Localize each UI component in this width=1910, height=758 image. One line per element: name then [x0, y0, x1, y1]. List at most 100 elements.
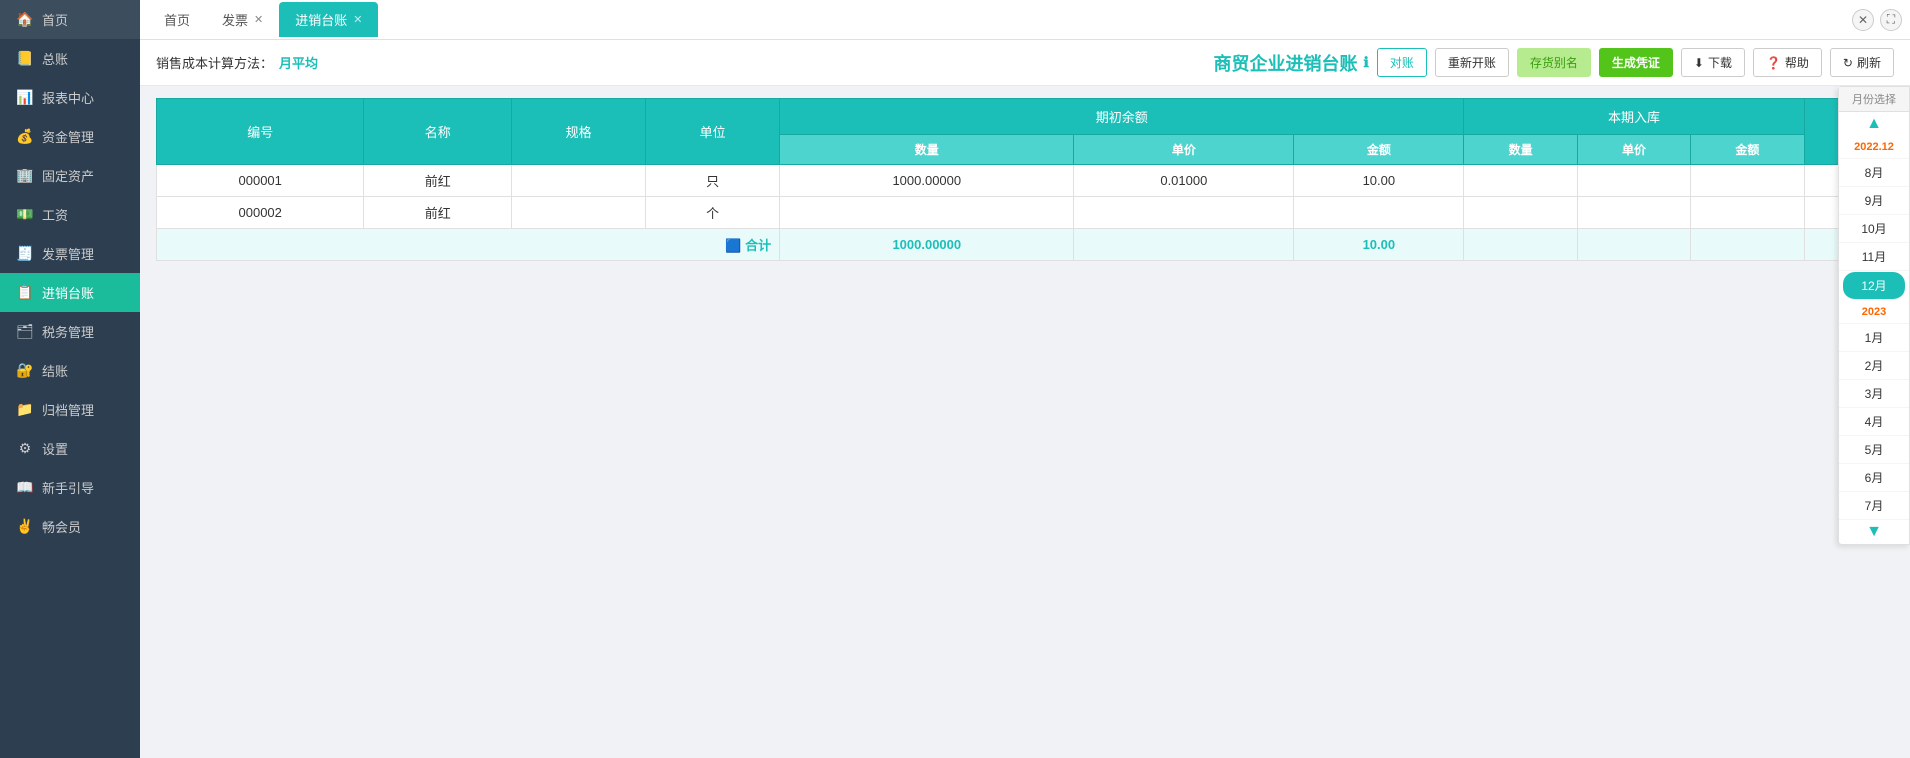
sidebar-item-purchase-sales[interactable]: 📋 进销台账	[0, 273, 140, 312]
reopen-button[interactable]: 重新开账	[1435, 48, 1509, 77]
sidebar-item-home[interactable]: 🏠 首页	[0, 0, 140, 39]
col-header-current-in: 本期入库	[1464, 99, 1804, 135]
sidebar-item-settings[interactable]: ⚙ 设置	[0, 429, 140, 468]
sidebar-item-label: 进销台账	[42, 283, 94, 302]
sub-col-opening-amount: 金额	[1294, 135, 1464, 165]
total-opening-amount: 10.00	[1294, 229, 1464, 261]
sidebar-item-general-ledger[interactable]: 📒 总账	[0, 39, 140, 78]
total-icon: 🟦	[725, 238, 741, 253]
window-maximize-button[interactable]: ⛶	[1880, 9, 1902, 31]
sidebar-item-payroll[interactable]: 💵 工资	[0, 195, 140, 234]
month-item-7[interactable]: 7月	[1839, 492, 1909, 520]
month-item-11[interactable]: 11月	[1839, 243, 1909, 271]
month-item-2[interactable]: 2月	[1839, 352, 1909, 380]
sidebar-item-vip[interactable]: ✌ 畅会员	[0, 507, 140, 546]
total-in-qty	[1464, 229, 1577, 261]
total-opening-qty: 1000.00000	[780, 229, 1074, 261]
sidebar-item-guide[interactable]: 📖 新手引导	[0, 468, 140, 507]
month-nav-down[interactable]: ▼	[1839, 520, 1909, 544]
year-2022-label: 2022.12	[1839, 136, 1909, 159]
sidebar-item-label: 发票管理	[42, 244, 94, 263]
tab-invoice-label: 发票	[222, 10, 248, 29]
total-in-price	[1577, 229, 1690, 261]
cell-in-amount	[1691, 165, 1804, 197]
tab-purchase-sales[interactable]: 进销台账 ✕	[279, 2, 378, 37]
month-nav-up[interactable]: ▲	[1839, 112, 1909, 136]
cost-method-value: 月平均	[279, 53, 318, 72]
tab-purchase-sales-close[interactable]: ✕	[353, 13, 362, 26]
sidebar-item-invoice-mgmt[interactable]: 🧾 发票管理	[0, 234, 140, 273]
sidebar-item-label: 税务管理	[42, 322, 94, 341]
col-header-code: 编号	[157, 99, 364, 165]
table-container: 月份选择 ▲ 2022.128月 9月 10月 11月 12月 2023 1月 …	[140, 86, 1910, 758]
month-item-10[interactable]: 10月	[1839, 215, 1909, 243]
download-button[interactable]: ⬇ 下载	[1681, 48, 1745, 77]
tabs-bar: 首页 发票 ✕ 进销台账 ✕ ✕ ⛶	[140, 0, 1910, 40]
cell-code: 000002	[157, 197, 364, 229]
main-area: 首页 发票 ✕ 进销台账 ✕ ✕ ⛶ 销售成本计算方法： 月平均 商贸企业进销台…	[140, 0, 1910, 758]
capital-icon: 💰	[16, 128, 34, 145]
invoice-icon: 🧾	[16, 245, 34, 262]
sidebar-item-archive[interactable]: 📁 归档管理	[0, 390, 140, 429]
month-item-6[interactable]: 6月	[1839, 464, 1909, 492]
sidebar-item-close-accounts[interactable]: 🔐 结账	[0, 351, 140, 390]
window-controls: ✕ ⛶	[1852, 9, 1902, 31]
cell-unit: 只	[646, 165, 780, 197]
sidebar-item-label: 结账	[42, 361, 68, 380]
month-item-3[interactable]: 3月	[1839, 380, 1909, 408]
year-2023-label: 2023	[1839, 301, 1909, 324]
reconcile-button[interactable]: 对账	[1377, 48, 1427, 77]
refresh-icon: ↻	[1843, 56, 1853, 70]
settings-icon: ⚙	[16, 440, 34, 457]
col-header-spec: 规格	[512, 99, 646, 165]
cell-opening-price: 0.01000	[1074, 165, 1294, 197]
sidebar-item-reports[interactable]: 📊 报表中心	[0, 78, 140, 117]
help-button[interactable]: ❓ 帮助	[1753, 48, 1822, 77]
cell-opening-price	[1074, 197, 1294, 229]
toolbar-center: 商贸企业进销台账 ℹ	[1213, 50, 1368, 76]
save-as-button[interactable]: 存货别名	[1517, 48, 1591, 77]
month-item-9[interactable]: 9月	[1839, 187, 1909, 215]
sidebar-item-label: 首页	[42, 10, 68, 29]
tax-icon: 🗂	[16, 323, 34, 340]
total-opening-price	[1074, 229, 1294, 261]
toolbar-right: 对账 重新开账 存货别名 生成凭证 ⬇ 下载 ❓ 帮助 ↻ 刷新	[1377, 48, 1894, 77]
payroll-icon: 💵	[16, 206, 34, 223]
sidebar-item-label: 归档管理	[42, 400, 94, 419]
vip-icon: ✌	[16, 518, 34, 535]
sidebar-item-tax-mgmt[interactable]: 🗂 税务管理	[0, 312, 140, 351]
tab-invoice[interactable]: 发票 ✕	[206, 2, 279, 37]
refresh-button[interactable]: ↻ 刷新	[1830, 48, 1894, 77]
sidebar-item-label: 畅会员	[42, 517, 81, 536]
toolbar-left: 销售成本计算方法： 月平均	[156, 53, 1205, 72]
sidebar-item-label: 总账	[42, 49, 68, 68]
tab-home-label: 首页	[164, 10, 190, 29]
tab-invoice-close[interactable]: ✕	[254, 13, 263, 26]
sidebar-item-fixed-assets[interactable]: 🏢 固定资产	[0, 156, 140, 195]
month-item-5[interactable]: 5月	[1839, 436, 1909, 464]
month-item-8[interactable]: 8月	[1839, 159, 1909, 187]
sidebar: 🏠 首页 📒 总账 📊 报表中心 💰 资金管理 🏢 固定资产 💵 工资 🧾 发票…	[0, 0, 140, 758]
cell-code: 000001	[157, 165, 364, 197]
month-item-1[interactable]: 1月	[1839, 324, 1909, 352]
window-close-button[interactable]: ✕	[1852, 9, 1874, 31]
archive-icon: 📁	[16, 401, 34, 418]
cell-opening-qty: 1000.00000	[780, 165, 1074, 197]
reports-icon: 📊	[16, 89, 34, 106]
cell-in-qty	[1464, 197, 1577, 229]
help-icon: ❓	[1766, 56, 1781, 70]
cell-opening-amount	[1294, 197, 1464, 229]
generate-voucher-button[interactable]: 生成凭证	[1599, 48, 1673, 77]
content-area: 销售成本计算方法： 月平均 商贸企业进销台账 ℹ 对账 重新开账 存货别名 生成…	[140, 40, 1910, 758]
month-item-4[interactable]: 4月	[1839, 408, 1909, 436]
col-header-name: 名称	[364, 99, 512, 165]
month-item-12[interactable]: 12月	[1843, 272, 1905, 300]
tab-home[interactable]: 首页	[148, 2, 206, 37]
close-accounts-icon: 🔐	[16, 362, 34, 379]
col-header-opening-balance: 期初余额	[780, 99, 1464, 135]
ledger-icon: 📒	[16, 50, 34, 67]
sidebar-item-capital[interactable]: 💰 资金管理	[0, 117, 140, 156]
sidebar-item-label: 报表中心	[42, 88, 94, 107]
toolbar: 销售成本计算方法： 月平均 商贸企业进销台账 ℹ 对账 重新开账 存货别名 生成…	[140, 40, 1910, 86]
cell-spec	[512, 165, 646, 197]
